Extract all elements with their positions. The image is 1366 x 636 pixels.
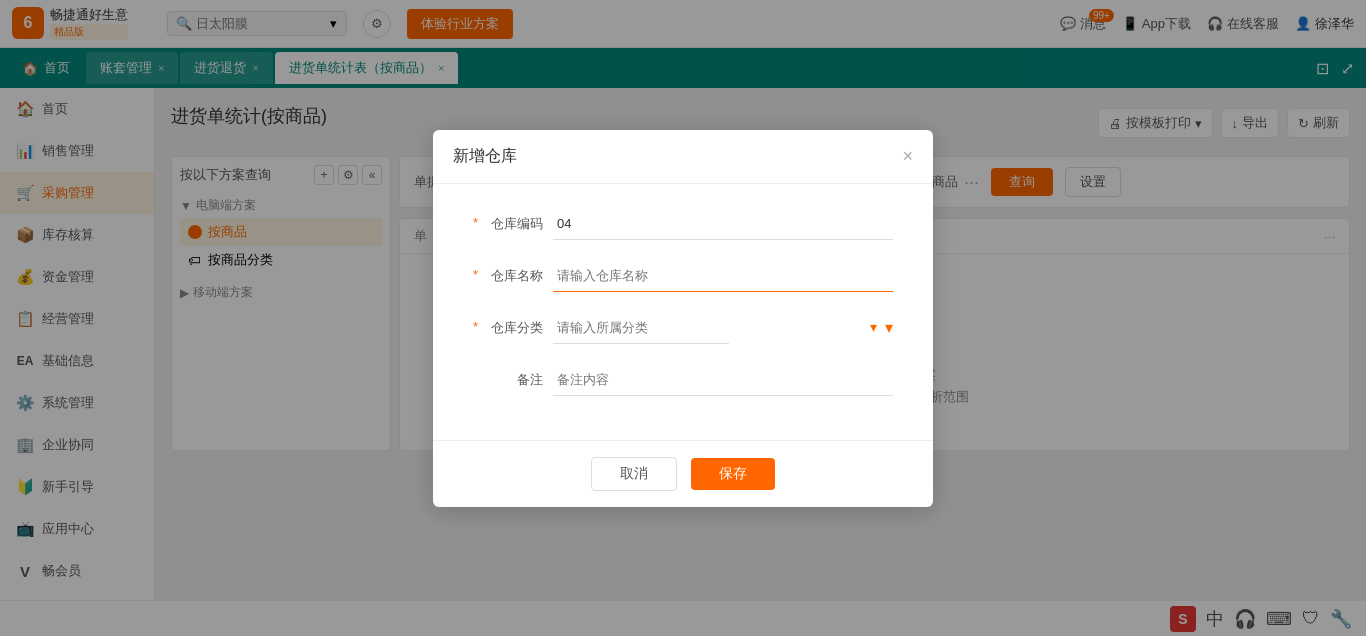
warehouse-name-label: 仓库名称: [473, 267, 553, 285]
warehouse-category-row: 仓库分类 ▾: [473, 312, 893, 344]
cancel-button[interactable]: 取消: [591, 457, 677, 491]
save-button[interactable]: 保存: [691, 458, 775, 490]
warehouse-code-input[interactable]: [553, 208, 893, 240]
warehouse-name-input[interactable]: [553, 260, 893, 292]
modal-close-button[interactable]: ×: [902, 146, 913, 167]
modal-body: 仓库编码 仓库名称 仓库分类 ▾ 备注: [433, 184, 933, 440]
modal-title: 新增仓库: [453, 146, 517, 167]
modal-header: 新增仓库 ×: [433, 130, 933, 184]
new-warehouse-modal: 新增仓库 × 仓库编码 仓库名称 仓库分类 ▾: [433, 130, 933, 507]
warehouse-code-label: 仓库编码: [473, 215, 553, 233]
remark-label: 备注: [473, 371, 553, 389]
warehouse-code-row: 仓库编码: [473, 208, 893, 240]
category-dropdown-icon[interactable]: ▾: [885, 318, 893, 337]
warehouse-category-label: 仓库分类: [473, 319, 553, 337]
modal-footer: 取消 保存: [433, 440, 933, 507]
modal-overlay[interactable]: 新增仓库 × 仓库编码 仓库名称 仓库分类 ▾: [0, 0, 1366, 636]
remark-input[interactable]: [553, 364, 893, 396]
warehouse-name-row: 仓库名称: [473, 260, 893, 292]
warehouse-category-input[interactable]: [553, 312, 729, 344]
remark-row: 备注: [473, 364, 893, 396]
